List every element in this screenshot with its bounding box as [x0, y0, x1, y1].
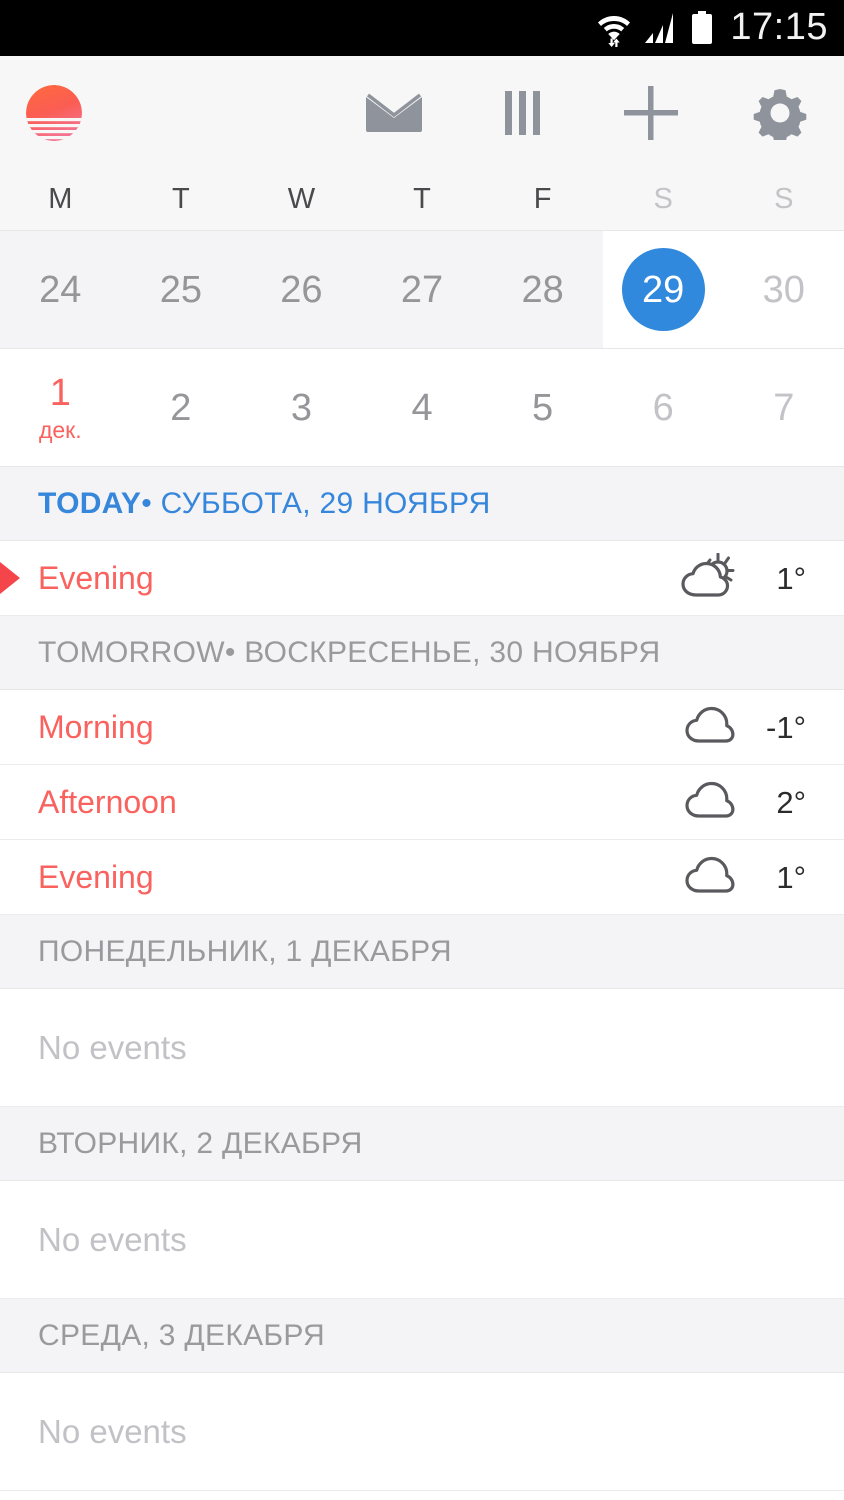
day-view-icon[interactable] — [459, 56, 588, 169]
agenda-section-date: • ВОСКРЕСЕНЬЕ, 30 НОЯБРЯ — [224, 635, 661, 669]
agenda-section-date: ВТОРНИК, 2 ДЕКАБРЯ — [38, 1126, 363, 1160]
weather-readout: 2° — [684, 780, 806, 825]
weather-readout: 1° — [684, 855, 806, 900]
calendar-day-number: 6 — [652, 386, 674, 429]
weekday-header-row: M T W T F S S — [0, 169, 844, 231]
calendar-day-number: 30 — [762, 268, 805, 311]
weekday-label-sat: S — [653, 183, 673, 215]
agenda-section-date: ПОНЕДЕЛЬНИК, 1 ДЕКАБРЯ — [38, 934, 452, 968]
agenda-section-header-monday: ПОНЕДЕЛЬНИК, 1 ДЕКАБРЯ — [0, 915, 844, 989]
weather-period-label: Evening — [38, 859, 154, 895]
calendar-day-number: 28 — [521, 268, 564, 311]
no-events-row-wednesday: No events — [0, 1373, 844, 1491]
weekday-label-fri: F — [533, 183, 552, 215]
weather-row-tomorrow-afternoon[interactable]: Afternoon 2° — [0, 765, 844, 840]
sunrise-logo[interactable] — [23, 82, 85, 144]
calendar-day-30[interactable]: 30 — [723, 231, 844, 348]
calendar-day-number: 1 — [49, 371, 71, 414]
status-bar: 17:15 — [0, 0, 844, 56]
calendar-day-25[interactable]: 25 — [121, 231, 242, 348]
calendar-day-number: 7 — [773, 386, 795, 429]
agenda-list[interactable]: TODAY • СУББОТА, 29 НОЯБРЯ Evening 1° TO… — [0, 467, 844, 1491]
calendar-day-7[interactable]: 7 — [723, 349, 844, 466]
weekday-label-mon: M — [48, 183, 73, 215]
calendar-day-29-selected[interactable]: 29 — [602, 231, 724, 348]
calendar-day-27[interactable]: 27 — [362, 231, 483, 348]
calendar-day-4[interactable]: 4 — [362, 349, 483, 466]
calendar-day-number: 24 — [39, 268, 82, 311]
selected-day-pill: 29 — [621, 248, 705, 331]
agenda-section-header-today: TODAY • СУББОТА, 29 НОЯБРЯ — [0, 467, 844, 541]
cloudy-icon — [684, 705, 736, 750]
weekday-label-thu: T — [413, 183, 431, 215]
calendar-day-5[interactable]: 5 — [482, 349, 603, 466]
calendar-day-number: 3 — [290, 386, 313, 429]
agenda-section-lead: TODAY — [38, 486, 142, 520]
calendar-day-1-dec[interactable]: 1 дек. — [0, 349, 121, 466]
weather-row-tomorrow-evening[interactable]: Evening 1° — [0, 840, 844, 915]
calendar-day-number: 26 — [280, 268, 323, 311]
weather-readout: 1° — [680, 552, 806, 604]
weather-readout: -1° — [684, 705, 806, 750]
agenda-section-header-wednesday: СРЕДА, 3 ДЕКАБРЯ — [0, 1299, 844, 1373]
weekday-label-wed: W — [287, 183, 316, 215]
calendar-week-current: 24 25 26 27 28 29 30 — [0, 231, 844, 349]
calendar-week-next: 1 дек. 2 3 4 5 6 7 — [0, 349, 844, 467]
calendar-month-label: дек. — [38, 416, 82, 443]
calendar-app-screen: 17:15 M T W T F S S 24 25 26 27 28 29 30… — [0, 0, 844, 1500]
plus-icon[interactable] — [587, 56, 716, 169]
agenda-section-date: СРЕДА, 3 ДЕКАБРЯ — [38, 1318, 326, 1352]
toolbar-actions — [330, 56, 844, 169]
calendar-day-6[interactable]: 6 — [603, 349, 724, 466]
calendar-day-number: 4 — [411, 386, 433, 429]
weather-temperature: -1° — [766, 709, 806, 745]
no-events-row-monday: No events — [0, 989, 844, 1107]
calendar-day-number: 27 — [400, 268, 444, 311]
calendar-day-number: 29 — [642, 268, 685, 311]
calendar-day-3[interactable]: 3 — [241, 349, 362, 466]
no-events-row-tuesday: No events — [0, 1181, 844, 1299]
calendar-day-2[interactable]: 2 — [121, 349, 242, 466]
weekday-label-tue: T — [172, 183, 190, 215]
current-time-marker-icon — [0, 562, 20, 594]
weather-row-tomorrow-morning[interactable]: Morning -1° — [0, 690, 844, 765]
cellular-signal-icon — [644, 12, 678, 44]
agenda-section-header-tuesday: ВТОРНИК, 2 ДЕКАБРЯ — [0, 1107, 844, 1181]
weather-temperature: 1° — [776, 859, 806, 895]
partly-cloudy-icon — [680, 552, 736, 604]
calendar-day-26[interactable]: 26 — [241, 231, 362, 348]
status-bar-clock: 17:15 — [730, 6, 828, 48]
weekday-label-sun: S — [774, 183, 794, 215]
wifi-icon — [597, 9, 631, 47]
mail-icon[interactable] — [330, 56, 459, 169]
weather-temperature: 2° — [776, 784, 806, 820]
cloudy-icon — [684, 780, 736, 825]
app-toolbar — [0, 56, 844, 169]
calendar-day-number: 25 — [159, 268, 202, 311]
calendar-day-28[interactable]: 28 — [482, 231, 603, 348]
agenda-section-header-tomorrow: TOMORROW • ВОСКРЕСЕНЬЕ, 30 НОЯБРЯ — [0, 616, 844, 690]
calendar-day-24[interactable]: 24 — [0, 231, 121, 348]
battery-icon — [691, 11, 713, 45]
weather-period-label: Evening — [38, 560, 154, 596]
weather-row-today-evening[interactable]: Evening 1° — [0, 541, 844, 616]
weather-period-label: Morning — [38, 709, 154, 745]
gear-icon[interactable] — [716, 56, 844, 169]
agenda-section-date: • СУББОТА, 29 НОЯБРЯ — [141, 486, 491, 520]
calendar-day-number: 2 — [170, 386, 192, 429]
agenda-section-lead: TOMORROW — [38, 635, 225, 669]
weather-temperature: 1° — [776, 560, 806, 596]
cloudy-icon — [684, 855, 736, 900]
weather-period-label: Afternoon — [38, 784, 177, 820]
calendar-day-number: 5 — [532, 386, 554, 429]
